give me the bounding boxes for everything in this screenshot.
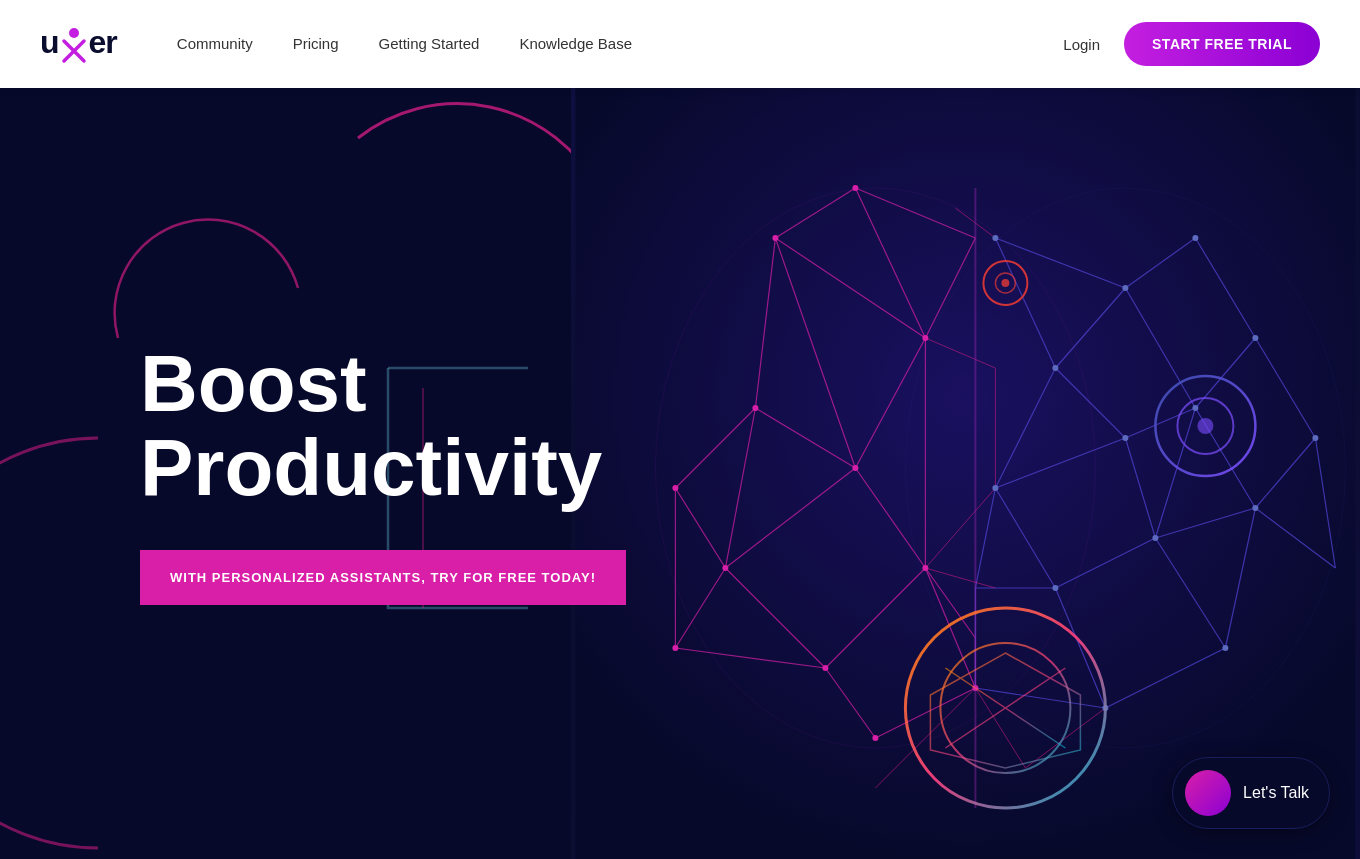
svg-point-83 [1153, 535, 1159, 541]
start-trial-button[interactable]: START FREE TRIAL [1124, 22, 1320, 66]
svg-point-69 [923, 335, 929, 341]
svg-point-82 [1193, 405, 1199, 411]
svg-point-70 [853, 465, 859, 471]
svg-point-81 [1123, 285, 1129, 291]
chat-label: Let's Talk [1243, 784, 1309, 802]
login-link[interactable]: Login [1063, 36, 1100, 53]
svg-point-97 [1002, 279, 1010, 287]
hero-left: Boost Productivity WITH PERSONALIZED ASS… [0, 88, 816, 859]
svg-point-93 [1313, 435, 1319, 441]
logo-text: u er [40, 24, 117, 64]
svg-point-0 [69, 28, 79, 38]
nav-item-knowledge-base[interactable]: Knowledge Base [519, 35, 632, 53]
logo[interactable]: u er [40, 24, 117, 64]
navbar: u er Community Pricing Getting Started K… [0, 0, 1360, 88]
hero-title-line1: Boost [140, 339, 367, 428]
hero-section: Boost Productivity WITH PERSONALIZED ASS… [0, 0, 1360, 859]
chat-bubble[interactable]: Let's Talk [1172, 757, 1330, 829]
nav-item-pricing[interactable]: Pricing [293, 35, 339, 53]
nav-link-pricing[interactable]: Pricing [293, 35, 339, 52]
logo-er: er [89, 24, 117, 60]
logo-u: u [40, 24, 59, 60]
svg-point-92 [1253, 335, 1259, 341]
svg-point-87 [1053, 365, 1059, 371]
svg-point-85 [993, 485, 999, 491]
nav-link-community[interactable]: Community [177, 35, 253, 52]
svg-point-73 [823, 665, 829, 671]
svg-point-77 [873, 735, 879, 741]
svg-point-74 [853, 185, 859, 191]
hero-cta-button[interactable]: WITH PERSONALIZED ASSISTANTS, TRY FOR FR… [140, 550, 626, 605]
svg-point-88 [1253, 505, 1259, 511]
nav-link-getting-started[interactable]: Getting Started [379, 35, 480, 52]
nav-item-getting-started[interactable]: Getting Started [379, 35, 480, 53]
chat-avatar [1185, 770, 1231, 816]
hero-title: Boost Productivity [140, 342, 756, 510]
svg-point-86 [1123, 435, 1129, 441]
nav-item-community[interactable]: Community [177, 35, 253, 53]
svg-point-84 [1053, 585, 1059, 591]
nav-link-knowledge-base[interactable]: Knowledge Base [519, 35, 632, 52]
svg-point-89 [1223, 645, 1229, 651]
nav-right: Login START FREE TRIAL [1063, 22, 1320, 66]
hero-title-line2: Productivity [140, 423, 602, 512]
svg-point-100 [1198, 418, 1214, 434]
svg-point-91 [1193, 235, 1199, 241]
svg-point-78 [923, 565, 929, 571]
nav-links: Community Pricing Getting Started Knowle… [177, 35, 1064, 53]
logo-icon [60, 26, 88, 64]
